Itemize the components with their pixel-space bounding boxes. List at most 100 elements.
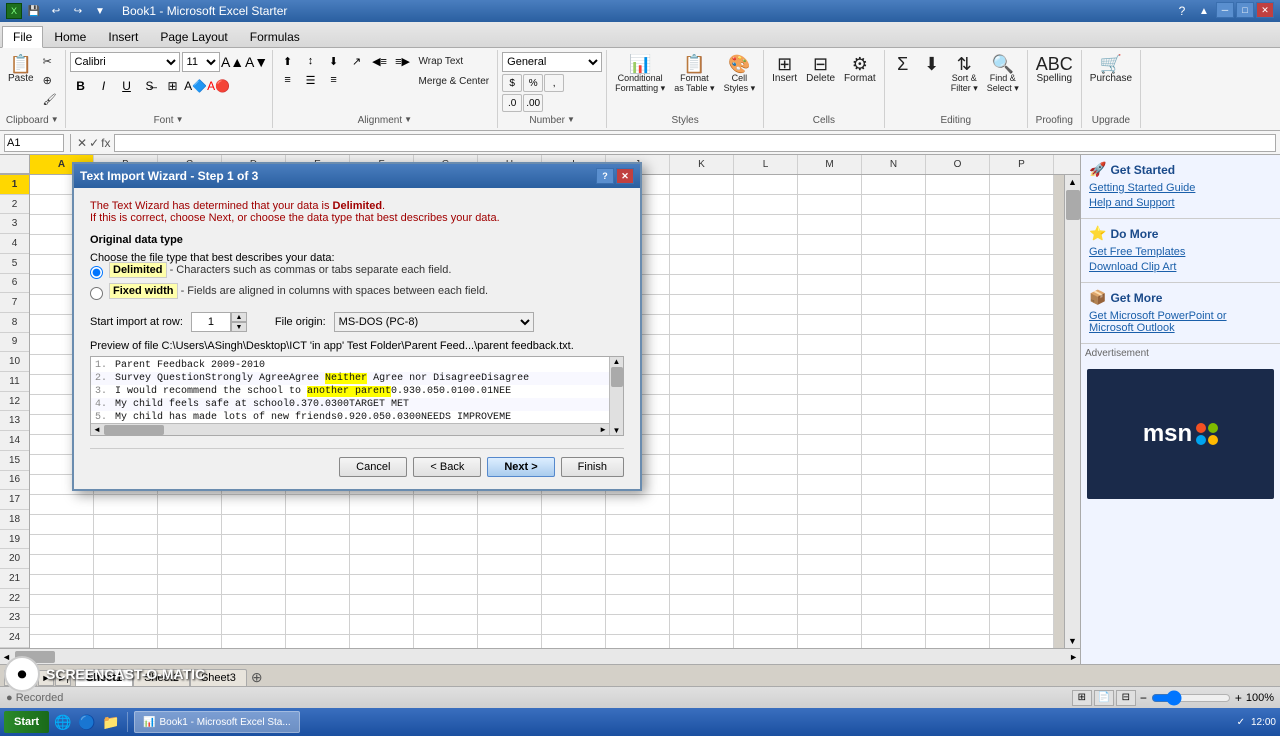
cell-H23[interactable] [478, 615, 542, 635]
merge-center-button[interactable]: Merge & Center [415, 72, 494, 90]
cell-O24[interactable] [926, 635, 990, 648]
cell-M5[interactable] [798, 255, 862, 275]
row-num-12[interactable]: 12 [0, 392, 29, 412]
cell-E21[interactable] [286, 575, 350, 595]
cell-G17[interactable] [414, 495, 478, 515]
cell-E18[interactable] [286, 515, 350, 535]
minimize-button[interactable]: ─ [1216, 2, 1234, 18]
cell-M1[interactable] [798, 175, 862, 195]
close-button[interactable]: ✕ [1256, 2, 1274, 18]
cell-M17[interactable] [798, 495, 862, 515]
next-button[interactable]: Next > [487, 457, 554, 477]
cell-G21[interactable] [414, 575, 478, 595]
dialog-help-button[interactable]: ? [596, 168, 614, 184]
cell-O23[interactable] [926, 615, 990, 635]
cell-L4[interactable] [734, 235, 798, 255]
preview-hscroll-thumb[interactable] [104, 425, 164, 435]
font-color-button[interactable]: A🔴 [208, 76, 230, 96]
row-num-13[interactable]: 13 [0, 411, 29, 431]
cell-L2[interactable] [734, 195, 798, 215]
clipboard-expand[interactable]: ▼ [51, 115, 59, 124]
cell-E24[interactable] [286, 635, 350, 648]
cell-P10[interactable] [990, 355, 1054, 375]
row-num-10[interactable]: 10 [0, 352, 29, 372]
cell-O15[interactable] [926, 455, 990, 475]
cell-N16[interactable] [862, 475, 926, 495]
cell-M4[interactable] [798, 235, 862, 255]
cell-J23[interactable] [606, 615, 670, 635]
cell-G18[interactable] [414, 515, 478, 535]
cell-L23[interactable] [734, 615, 798, 635]
cell-J21[interactable] [606, 575, 670, 595]
cell-P6[interactable] [990, 275, 1054, 295]
finish-button[interactable]: Finish [561, 457, 624, 477]
cell-K3[interactable] [670, 215, 734, 235]
cell-K16[interactable] [670, 475, 734, 495]
cell-O14[interactable] [926, 435, 990, 455]
copy-button[interactable]: ⊕ [39, 71, 61, 89]
format-painter-button[interactable]: 🖌 [39, 90, 61, 108]
cell-K5[interactable] [670, 255, 734, 275]
cell-M23[interactable] [798, 615, 862, 635]
redo-qat-button[interactable]: ↪ [68, 2, 88, 20]
cell-C21[interactable] [158, 575, 222, 595]
italic-button[interactable]: I [93, 76, 115, 96]
cell-F17[interactable] [350, 495, 414, 515]
start-row-input[interactable] [191, 312, 231, 332]
cell-K4[interactable] [670, 235, 734, 255]
preview-hscroll[interactable]: ◄ ► [91, 423, 609, 435]
conditional-formatting-button[interactable]: 📊 ConditionalFormatting ▾ [611, 52, 669, 97]
cell-D23[interactable] [222, 615, 286, 635]
cell-K8[interactable] [670, 315, 734, 335]
cell-N20[interactable] [862, 555, 926, 575]
font-size-select[interactable]: 11 [182, 52, 220, 72]
align-bottom-button[interactable]: ⬇ [323, 52, 345, 70]
cell-L5[interactable] [734, 255, 798, 275]
cell-G20[interactable] [414, 555, 478, 575]
taskbar-excel-item[interactable]: 📊 Book1 - Microsoft Excel Sta... [134, 711, 300, 733]
scroll-thumb[interactable] [1066, 190, 1080, 220]
cell-E23[interactable] [286, 615, 350, 635]
cell-B22[interactable] [94, 595, 158, 615]
confirm-formula-icon[interactable]: ✓ [89, 136, 99, 150]
cell-M9[interactable] [798, 335, 862, 355]
increase-font-button[interactable]: A▲ [222, 52, 244, 72]
preview-hscroll-right[interactable]: ► [597, 425, 609, 434]
help-button[interactable]: ? [1172, 2, 1192, 20]
row-num-23[interactable]: 23 [0, 608, 29, 628]
cell-L1[interactable] [734, 175, 798, 195]
cell-P13[interactable] [990, 415, 1054, 435]
cell-J22[interactable] [606, 595, 670, 615]
cell-K21[interactable] [670, 575, 734, 595]
fixed-width-radio[interactable] [90, 287, 103, 300]
cell-P8[interactable] [990, 315, 1054, 335]
cell-A22[interactable] [30, 595, 94, 615]
cell-O3[interactable] [926, 215, 990, 235]
cell-O1[interactable] [926, 175, 990, 195]
purchase-button[interactable]: 🛒 Purchase [1086, 52, 1136, 87]
accounting-button[interactable]: $ [502, 74, 522, 92]
row-num-19[interactable]: 19 [0, 530, 29, 550]
cell-P21[interactable] [990, 575, 1054, 595]
find-select-button[interactable]: 🔍 Find &Select ▾ [983, 52, 1023, 97]
tab-page-layout[interactable]: Page Layout [149, 25, 238, 47]
cut-button[interactable]: ✂ [39, 52, 61, 70]
cell-L8[interactable] [734, 315, 798, 335]
cell-C24[interactable] [158, 635, 222, 648]
cell-H17[interactable] [478, 495, 542, 515]
cell-C17[interactable] [158, 495, 222, 515]
cell-A24[interactable] [30, 635, 94, 648]
cell-M24[interactable] [798, 635, 862, 648]
cell-M16[interactable] [798, 475, 862, 495]
row-num-4[interactable]: 4 [0, 234, 29, 254]
align-middle-button[interactable]: ↕ [300, 52, 322, 70]
cell-K20[interactable] [670, 555, 734, 575]
cell-N7[interactable] [862, 295, 926, 315]
cell-L11[interactable] [734, 375, 798, 395]
cell-P14[interactable] [990, 435, 1054, 455]
cell-J20[interactable] [606, 555, 670, 575]
cell-P5[interactable] [990, 255, 1054, 275]
save-qat-button[interactable]: 💾 [24, 2, 44, 20]
cell-N4[interactable] [862, 235, 926, 255]
cell-E19[interactable] [286, 535, 350, 555]
